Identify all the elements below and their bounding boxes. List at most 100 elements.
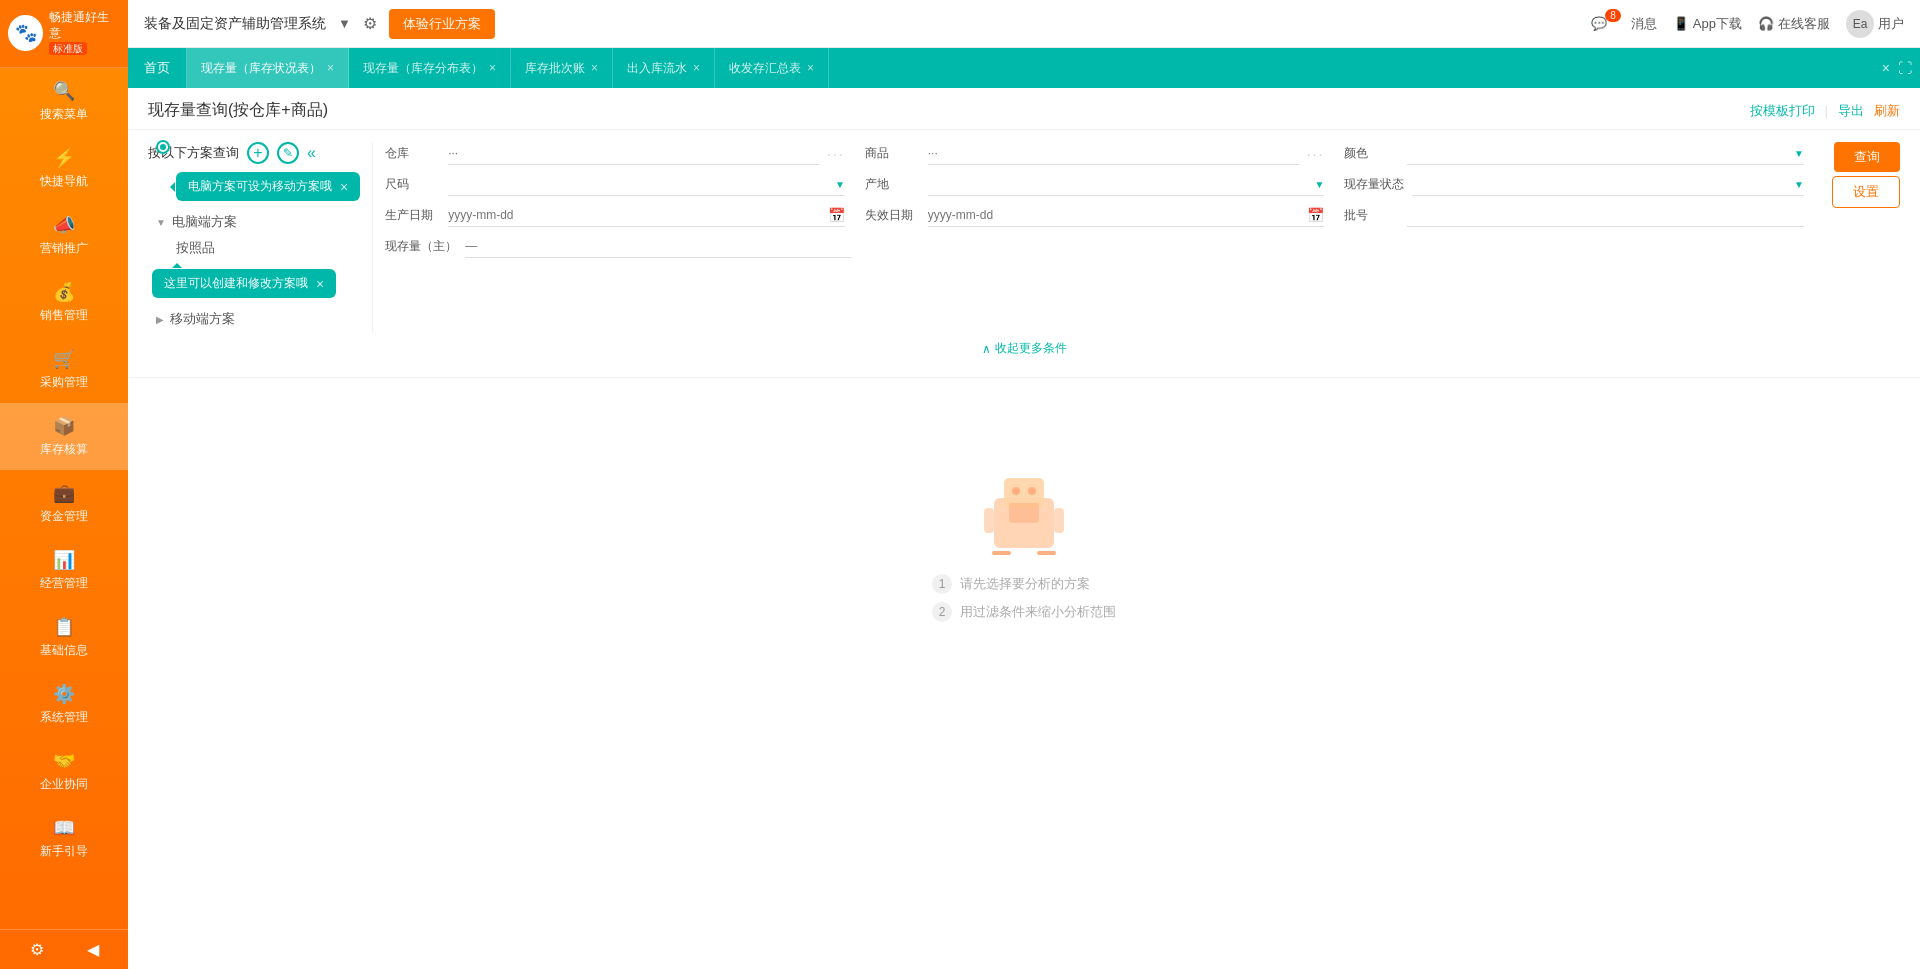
expire-date-input[interactable] xyxy=(928,204,1308,226)
search-button[interactable]: 查询 xyxy=(1834,142,1900,172)
tooltip-1-close[interactable]: × xyxy=(340,179,348,195)
stock-main-input[interactable] xyxy=(465,235,851,258)
size-select[interactable] xyxy=(448,173,845,196)
app-icon: 📱 xyxy=(1673,16,1689,31)
collapse-bottom-btn[interactable]: ◀ xyxy=(87,940,99,959)
expire-date-label: 失效日期 xyxy=(865,207,920,224)
origin-label: 产地 xyxy=(865,176,920,193)
tab-home-label: 首页 xyxy=(144,59,170,77)
basic-icon: 📋 xyxy=(53,616,75,638)
sidebar-item-marketing[interactable]: 📣 营销推广 xyxy=(0,202,128,269)
goods-input[interactable] xyxy=(928,142,1299,165)
produce-date-calendar-icon[interactable]: 📅 xyxy=(828,207,845,223)
export-button[interactable]: 导出 xyxy=(1838,102,1864,120)
filter-add-button[interactable]: + xyxy=(247,142,269,164)
tab-batch[interactable]: 库存批次账 × xyxy=(511,48,613,88)
filter-back-arrow[interactable]: « xyxy=(307,144,316,162)
guide-icon: 📖 xyxy=(53,817,75,839)
mobile-scheme-label: 移动端方案 xyxy=(170,310,235,328)
sidebar-logo: 🐾 畅捷通好生意 标准版 xyxy=(0,0,128,68)
tab-fullscreen-icon[interactable]: ⛶ xyxy=(1898,60,1912,76)
tab-home[interactable]: 首页 xyxy=(128,48,187,88)
tab-batch-label: 库存批次账 xyxy=(525,60,585,77)
tab-collect[interactable]: 收发存汇总表 × xyxy=(715,48,829,88)
tab-inout-close[interactable]: × xyxy=(693,61,700,75)
messages-item[interactable]: 💬 8 消息 xyxy=(1591,15,1657,33)
tab-collect-close[interactable]: × xyxy=(807,61,814,75)
tab-inventory-status[interactable]: 现存量（库存状况表） × xyxy=(187,48,349,88)
header-settings-icon[interactable]: ⚙ xyxy=(363,14,377,33)
refresh-button[interactable]: 刷新 xyxy=(1874,102,1900,120)
color-select-wrap: ▼ xyxy=(1407,142,1804,165)
purchase-icon: 🛒 xyxy=(53,348,75,370)
collapse-label: 收起更多条件 xyxy=(995,340,1067,357)
sidebar-item-enterprise[interactable]: 🤝 企业协同 xyxy=(0,738,128,805)
app-download-item[interactable]: 📱 App下载 xyxy=(1673,15,1742,33)
svg-point-2 xyxy=(1012,487,1020,495)
tooltip-2-close[interactable]: × xyxy=(316,276,324,292)
expire-date-calendar-icon[interactable]: 📅 xyxy=(1307,207,1324,223)
finance-icon: 💼 xyxy=(53,482,75,504)
warehouse-row: 仓库 ··· xyxy=(385,142,845,165)
page-actions: 按模板打印 | 导出 刷新 xyxy=(1750,102,1900,120)
collapse-row[interactable]: ∧ 收起更多条件 xyxy=(148,332,1900,365)
stock-status-select-wrap: ▼ xyxy=(1412,173,1804,196)
tab-inout[interactable]: 出入库流水 × xyxy=(613,48,715,88)
tab-inventory-status-close[interactable]: × xyxy=(327,61,334,75)
sidebar-item-purchase[interactable]: 🛒 采购管理 xyxy=(0,336,128,403)
print-button[interactable]: 按模板打印 xyxy=(1750,102,1815,120)
color-row: 颜色 ▼ xyxy=(1344,142,1804,165)
goods-more: ··· xyxy=(1307,146,1325,162)
pc-scheme-item-1[interactable]: 按照品 xyxy=(176,235,360,261)
set-button[interactable]: 设置 xyxy=(1832,176,1900,208)
header-left: 装备及固定资产辅助管理系统 ▼ ⚙ 体验行业方案 xyxy=(144,9,495,39)
warehouse-input[interactable] xyxy=(448,142,819,165)
pc-scheme-header[interactable]: ▼ 电脑端方案 xyxy=(156,209,360,235)
produce-date-row: 生产日期 📅 xyxy=(385,204,845,227)
stock-status-select[interactable] xyxy=(1412,173,1804,196)
sidebar-item-operation[interactable]: 📊 经营管理 xyxy=(0,537,128,604)
goods-label: 商品 xyxy=(865,145,920,162)
mobile-scheme-header[interactable]: ▶ 移动端方案 xyxy=(156,306,360,332)
settings-bottom-btn[interactable]: ⚙ xyxy=(30,940,44,959)
batch-input[interactable] xyxy=(1407,204,1804,227)
filter-edit-button[interactable]: ✎ xyxy=(277,142,299,164)
system-name: 装备及固定资产辅助管理系统 xyxy=(144,15,326,33)
sidebar-item-guide[interactable]: 📖 新手引导 xyxy=(0,805,128,872)
empty-svg xyxy=(964,458,1084,558)
support-item[interactable]: 🎧 在线客服 xyxy=(1758,15,1830,33)
sidebar-item-inventory[interactable]: 📦 库存核算 xyxy=(0,403,128,470)
batch-row: 批号 xyxy=(1344,204,1804,227)
tab-inventory-dist[interactable]: 现存量（库存分布表） × xyxy=(349,48,511,88)
mobile-plan-tree: ▶ 移动端方案 xyxy=(156,306,360,332)
sidebar-label-enterprise: 企业协同 xyxy=(40,776,88,793)
mobile-scheme-arrow: ▶ xyxy=(156,314,164,325)
message-badge: 8 xyxy=(1605,9,1621,22)
svg-rect-5 xyxy=(984,508,994,533)
tab-inventory-dist-close[interactable]: × xyxy=(489,61,496,75)
tab-bar: 首页 现存量（库存状况表） × 现存量（库存分布表） × 库存批次账 × 出入库… xyxy=(128,48,1920,88)
filter-header-row: 按以下方案查询 + ✎ « xyxy=(148,142,360,164)
empty-step-2: 2 用过滤条件来缩小分析范围 xyxy=(932,602,1116,622)
color-select[interactable] xyxy=(1407,142,1804,165)
sidebar-item-basic[interactable]: 📋 基础信息 xyxy=(0,604,128,671)
user-item[interactable]: Ea 用户 xyxy=(1846,10,1904,38)
origin-select[interactable] xyxy=(928,173,1325,196)
sidebar-item-system[interactable]: ⚙️ 系统管理 xyxy=(0,671,128,738)
sidebar-item-search[interactable]: 🔍 搜索菜单 xyxy=(0,68,128,135)
logo-title: 畅捷通好生意 xyxy=(49,10,120,41)
size-label: 尺码 xyxy=(385,176,440,193)
sales-icon: 💰 xyxy=(53,281,75,303)
sidebar-item-sales[interactable]: 💰 销售管理 xyxy=(0,269,128,336)
header-dropdown[interactable]: ▼ xyxy=(338,16,351,31)
sidebar-item-finance[interactable]: 💼 资金管理 xyxy=(0,470,128,537)
stock-status-row: 现存量状态 ▼ xyxy=(1344,173,1804,196)
tab-close-all-icon[interactable]: × xyxy=(1882,60,1890,76)
sidebar-item-quick[interactable]: ⚡ 快捷导航 xyxy=(0,135,128,202)
tab-batch-close[interactable]: × xyxy=(591,61,598,75)
sidebar-label-search: 搜索菜单 xyxy=(40,106,88,123)
produce-date-input[interactable] xyxy=(448,204,828,226)
trial-button[interactable]: 体验行业方案 xyxy=(389,9,495,39)
empty-steps: 1 请先选择要分析的方案 2 用过滤条件来缩小分析范围 xyxy=(932,574,1116,622)
plan-tree: ▼ 电脑端方案 按照品 xyxy=(156,209,360,261)
